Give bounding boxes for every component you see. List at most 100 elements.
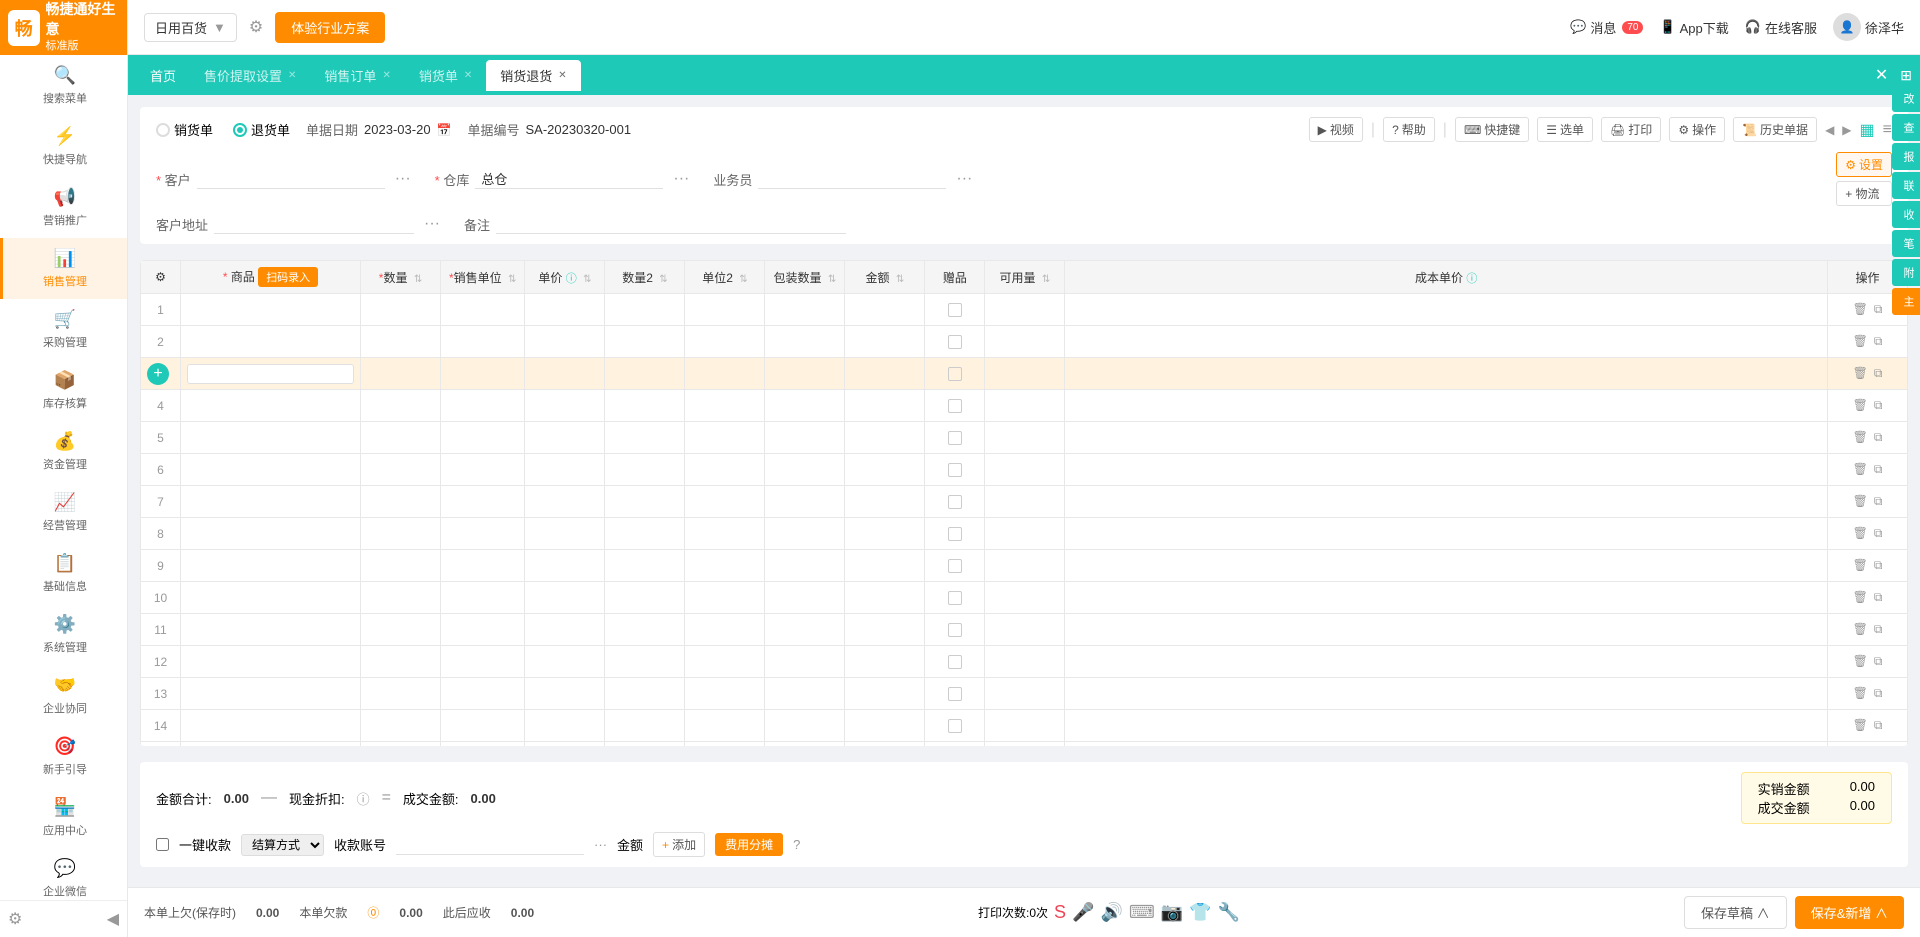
table-cell-qty[interactable] (361, 390, 441, 422)
sidebar-item-enterprise[interactable]: 🤝 企业协同 (0, 665, 127, 726)
table-cell-unit2[interactable] (685, 678, 765, 710)
table-cell-qty2[interactable] (605, 486, 685, 518)
table-cell-price[interactable] (525, 326, 605, 358)
table-cell-pack[interactable] (765, 294, 845, 326)
table-cell-product[interactable] (181, 422, 361, 454)
table-settings-icon[interactable]: ⚙ (155, 270, 166, 284)
copy-row-btn[interactable]: ⧉ (1874, 366, 1883, 380)
price-sort-icon[interactable]: ⇅ (583, 274, 591, 285)
gift-checkbox[interactable] (948, 335, 962, 349)
table-cell-qty[interactable] (361, 646, 441, 678)
amount-sort-icon[interactable]: ⇅ (896, 274, 904, 285)
table-cell-amount[interactable] (845, 358, 925, 390)
table-cell-qty[interactable] (361, 326, 441, 358)
table-cell-qty[interactable] (361, 518, 441, 550)
table-cell-unit2[interactable] (685, 582, 765, 614)
unit2-sort-icon[interactable]: ⇅ (739, 274, 747, 285)
sidebar-item-purchase[interactable]: 🛒 采购管理 (0, 299, 127, 360)
table-cell-amount[interactable] (845, 614, 925, 646)
tshirt-icon[interactable]: 👕 (1189, 902, 1211, 923)
mic-icon[interactable]: 🎤 (1072, 902, 1094, 923)
remark-input[interactable] (496, 214, 846, 234)
table-cell-price[interactable] (525, 518, 605, 550)
table-cell-qty[interactable] (361, 294, 441, 326)
table-cell-unit2[interactable] (685, 390, 765, 422)
table-cell-qty2[interactable] (605, 710, 685, 742)
delete-row-btn[interactable]: 🗑 (1853, 398, 1868, 412)
warehouse-lookup-btn[interactable]: ··· (673, 170, 689, 188)
table-cell-amount[interactable] (845, 646, 925, 678)
table-cell-product[interactable] (181, 518, 361, 550)
table-cell-amount[interactable] (845, 710, 925, 742)
table-cell-unit2[interactable] (685, 358, 765, 390)
calc-method-select[interactable]: 结算方式 (241, 834, 324, 856)
table-cell-amount[interactable] (845, 390, 925, 422)
table-cell-available[interactable] (985, 454, 1065, 486)
table-cell-unit[interactable] (441, 294, 525, 326)
table-cell-qty2[interactable] (605, 518, 685, 550)
rf-attach-btn[interactable]: 附 (1892, 259, 1920, 286)
table-cell-cost-price[interactable] (1065, 422, 1828, 454)
tab-sales-delivery[interactable]: 销货单 ✕ (405, 60, 486, 91)
delete-row-btn[interactable]: 🗑 (1853, 654, 1868, 668)
add-payment-btn[interactable]: + 添加 (653, 832, 705, 857)
copy-row-btn[interactable]: ⧉ (1874, 494, 1883, 508)
save-new-btn[interactable]: 保存&新增 ∧ (1795, 896, 1904, 929)
table-cell-unit[interactable] (441, 518, 525, 550)
available-sort-icon[interactable]: ⇅ (1042, 274, 1050, 285)
gift-checkbox[interactable] (948, 303, 962, 317)
table-cell-unit2[interactable] (685, 326, 765, 358)
table-cell-available[interactable] (985, 710, 1065, 742)
table-cell-qty2[interactable] (605, 550, 685, 582)
delete-row-btn[interactable]: 🗑 (1853, 718, 1868, 732)
tab-sales-return[interactable]: 销货退货 ✕ (486, 60, 580, 91)
table-cell-unit[interactable] (441, 454, 525, 486)
table-cell-product[interactable] (181, 614, 361, 646)
table-cell-available[interactable] (985, 582, 1065, 614)
table-cell-pack[interactable] (765, 742, 845, 747)
unit-sort-icon[interactable]: ⇅ (508, 274, 516, 285)
sidebar-item-search[interactable]: 🔍 搜索菜单 (0, 55, 127, 116)
industry-selector[interactable]: 日用百货 ▼ (144, 13, 237, 42)
table-cell-amount[interactable] (845, 550, 925, 582)
salesperson-input[interactable] (758, 169, 946, 189)
table-cell-unit2[interactable] (685, 646, 765, 678)
delete-row-btn[interactable]: 🗑 (1853, 334, 1868, 348)
table-cell-cost-price[interactable] (1065, 614, 1828, 646)
table-cell-cost-price[interactable] (1065, 390, 1828, 422)
next-record-btn[interactable]: ▶ (1842, 123, 1851, 137)
sidebar-item-inventory[interactable]: 📦 库存核算 (0, 360, 127, 421)
copy-row-btn[interactable]: ⧉ (1874, 430, 1883, 444)
delete-row-btn[interactable]: 🗑 (1853, 366, 1868, 380)
gift-checkbox[interactable] (948, 719, 962, 733)
table-cell-unit2[interactable] (685, 710, 765, 742)
user-menu[interactable]: 👤 徐泽华 (1833, 13, 1904, 41)
table-cell-unit2[interactable] (685, 742, 765, 747)
table-cell-available[interactable] (985, 390, 1065, 422)
experience-btn[interactable]: 体验行业方案 (275, 12, 385, 43)
table-cell-pack[interactable] (765, 358, 845, 390)
table-cell-qty2[interactable] (605, 358, 685, 390)
table-cell-unit2[interactable] (685, 518, 765, 550)
table-cell-unit2[interactable] (685, 614, 765, 646)
table-cell-cost-price[interactable] (1065, 582, 1828, 614)
table-cell-qty[interactable] (361, 454, 441, 486)
copy-row-btn[interactable]: ⧉ (1874, 590, 1883, 604)
table-cell-available[interactable] (985, 742, 1065, 747)
table-cell-pack[interactable] (765, 454, 845, 486)
delete-row-btn[interactable]: 🗑 (1853, 622, 1868, 636)
table-cell-unit2[interactable] (685, 550, 765, 582)
table-cell-cost-price[interactable] (1065, 294, 1828, 326)
customer-lookup-btn[interactable]: ··· (395, 170, 411, 188)
sidebar-collapse-btn[interactable]: ◀ (107, 909, 119, 929)
table-cell-pack[interactable] (765, 326, 845, 358)
add-row-btn[interactable]: + (147, 363, 169, 385)
table-cell-product[interactable] (181, 678, 361, 710)
table-cell-pack[interactable] (765, 646, 845, 678)
rf-main-btn[interactable]: 主 (1892, 288, 1920, 315)
sidebar-item-sales[interactable]: 📊 销售管理 (0, 238, 127, 299)
tab-window-close[interactable]: ✕ (1875, 65, 1888, 85)
table-cell-unit[interactable] (441, 582, 525, 614)
online-service-btn[interactable]: 🎧 在线客服 (1745, 18, 1817, 37)
sidebar-item-appstore[interactable]: 🏪 应用中心 (0, 787, 127, 848)
